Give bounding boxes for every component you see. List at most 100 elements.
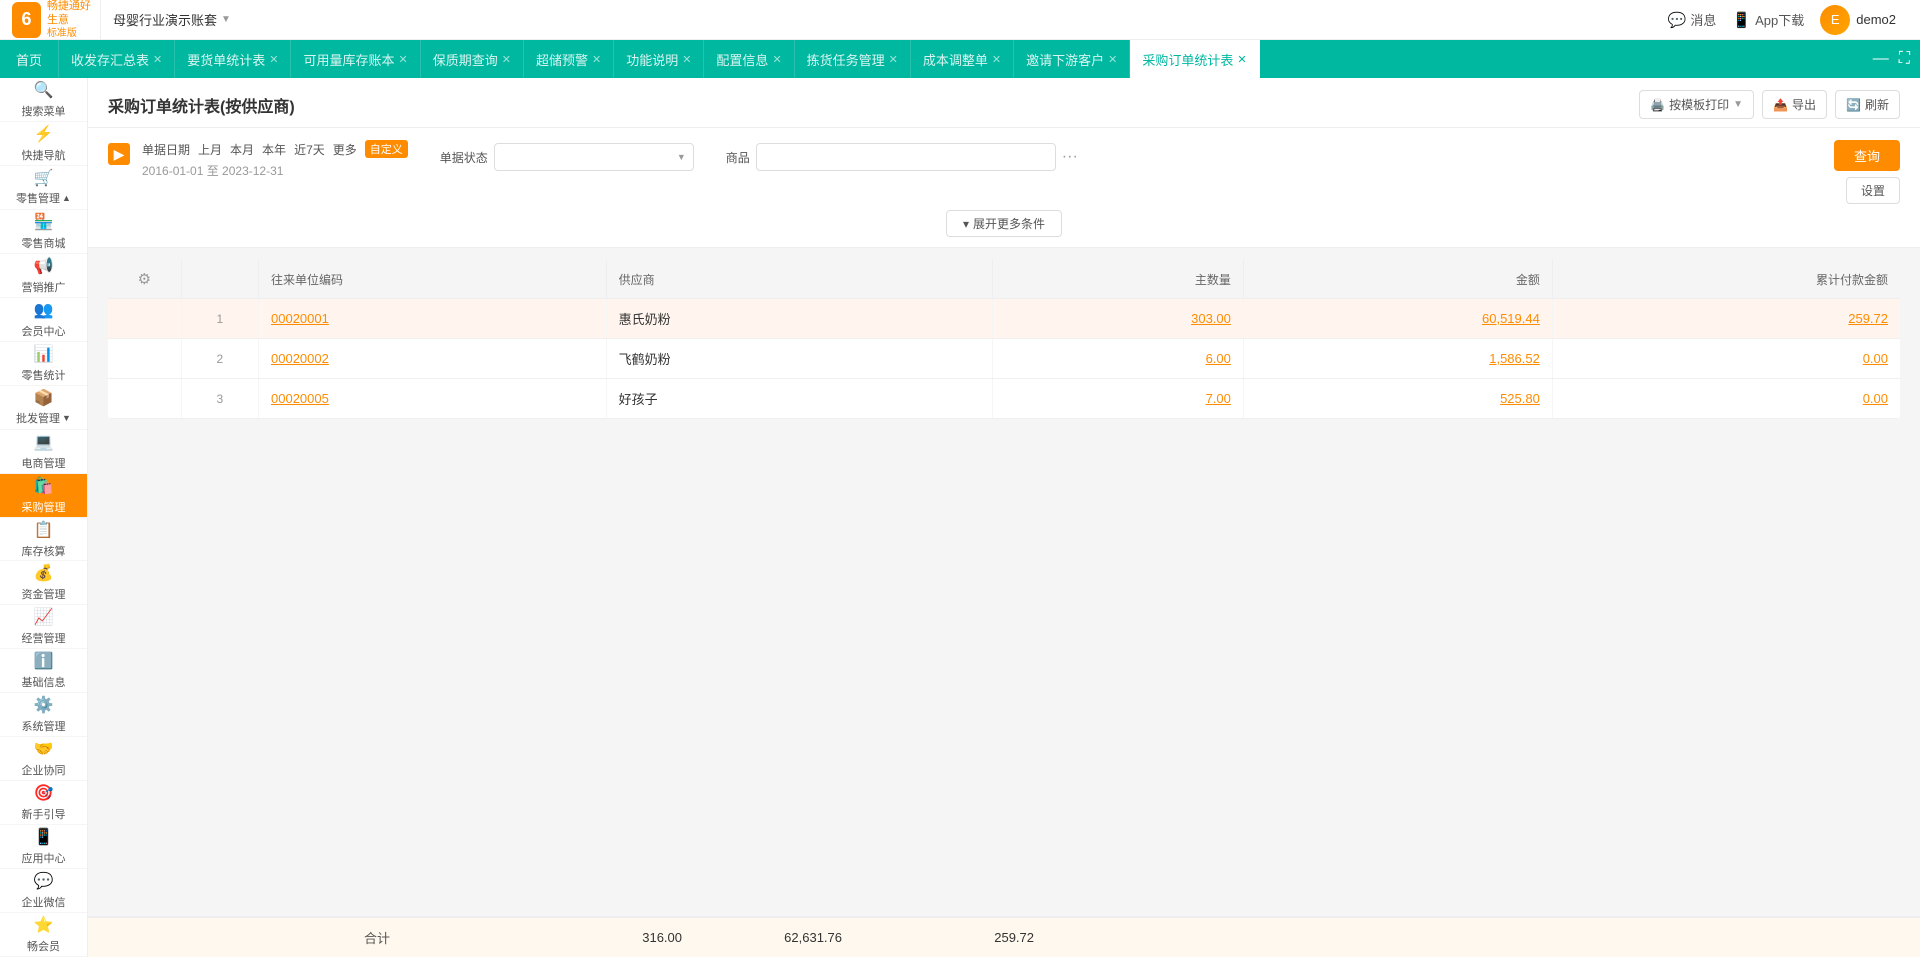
avatar: E — [1820, 5, 1850, 35]
tab-cost-adjust-close[interactable]: ✕ — [992, 53, 1001, 66]
sidebar-item-stock[interactable]: 📋 库存核算 — [0, 518, 87, 562]
tab-maximize-icon[interactable]: ⛶ — [1899, 50, 1910, 68]
row3-paid[interactable]: 0.00 — [1552, 379, 1900, 419]
tab-config-close[interactable]: ✕ — [772, 53, 781, 66]
sidebar-item-enterprise-wechat[interactable]: 💬 企业微信 — [0, 869, 87, 913]
tab-purchase-stat-close[interactable]: ✕ — [1237, 53, 1246, 66]
sidebar-item-member[interactable]: 👥 会员中心 — [0, 298, 87, 342]
logo-icon: 6 — [12, 2, 41, 38]
tab-stock-ledger-close[interactable]: ✕ — [399, 53, 408, 66]
table-footer: 合计 316.00 62,631.76 259.72 — [88, 916, 1920, 957]
print-label: 按模板打印 — [1669, 96, 1729, 113]
sidebar-item-quick-nav[interactable]: ⚡ 快捷导航 — [0, 122, 87, 166]
table-gear-icon[interactable]: ⚙ — [138, 271, 151, 288]
user-area[interactable]: E demo2 — [1820, 5, 1896, 35]
col-qty-header: 主数量 — [992, 260, 1243, 299]
member-icon: 👥 — [34, 300, 54, 320]
filter-toggle-btn[interactable]: ▶ — [108, 143, 130, 165]
tab-invite-label: 邀请下游客户 — [1026, 50, 1104, 69]
print-btn[interactable]: 🖨️ 按模板打印 ▼ — [1639, 90, 1754, 119]
tab-receive-send-close[interactable]: ✕ — [153, 53, 162, 66]
tab-invite[interactable]: 邀请下游客户 ✕ — [1014, 40, 1130, 78]
sidebar-item-basic-info[interactable]: ℹ️ 基础信息 — [0, 649, 87, 693]
biz-mgmt-label: 经营管理 — [22, 630, 66, 646]
date-btn-this-month[interactable]: 本月 — [230, 141, 254, 158]
row3-qty[interactable]: 7.00 — [992, 379, 1243, 419]
new-guide-icon: 🎯 — [34, 783, 54, 803]
sidebar-item-retail[interactable]: 🛒 零售管理 ▲ — [0, 166, 87, 210]
tab-stock-ledger[interactable]: 可用量库存账本 ✕ — [291, 40, 420, 78]
footer-qty: 316.00 — [564, 930, 694, 945]
sidebar-item-sys-mgmt[interactable]: ⚙️ 系统管理 — [0, 693, 87, 737]
sidebar-item-new-guide[interactable]: 🎯 新手引导 — [0, 781, 87, 825]
tab-home[interactable]: 首页 — [0, 40, 59, 78]
messages-btn[interactable]: 💬 消息 — [1668, 10, 1717, 29]
tab-purchase-stat[interactable]: 采购订单统计表 ✕ — [1130, 40, 1259, 78]
sidebar-item-free-member[interactable]: ⭐ 畅会员 — [0, 913, 87, 957]
member-label: 会员中心 — [22, 323, 66, 339]
sidebar-item-biz-mgmt[interactable]: 📈 经营管理 — [0, 605, 87, 649]
goods-input[interactable] — [756, 143, 1056, 171]
logo-area: 6 畅捷通好生意 标准版 — [12, 0, 100, 40]
app-download-btn[interactable]: 📱 App下载 — [1732, 10, 1804, 29]
sidebar-item-marketing[interactable]: 📢 营销推广 — [0, 254, 87, 298]
tab-func-desc[interactable]: 功能说明 ✕ — [614, 40, 704, 78]
tab-pick-task-close[interactable]: ✕ — [889, 53, 898, 66]
row3-amount[interactable]: 525.80 — [1243, 379, 1552, 419]
sidebar-item-search[interactable]: 🔍 搜索菜单 — [0, 78, 87, 122]
tab-goods-stat[interactable]: 要货单统计表 ✕ — [175, 40, 291, 78]
tab-overstock[interactable]: 超储预警 ✕ — [524, 40, 614, 78]
date-btn-7days[interactable]: 近7天 — [294, 141, 325, 158]
row1-code[interactable]: 00020001 — [259, 299, 607, 339]
date-btn-last-month[interactable]: 上月 — [198, 141, 222, 158]
row2-code[interactable]: 00020002 — [259, 339, 607, 379]
retail-stat-icon: 📊 — [34, 344, 54, 364]
tab-receive-send-label: 收发存汇总表 — [71, 50, 149, 69]
settings-btn[interactable]: 设置 — [1846, 177, 1900, 204]
row1-paid[interactable]: 259.72 — [1552, 299, 1900, 339]
row2-qty[interactable]: 6.00 — [992, 339, 1243, 379]
tab-expiry[interactable]: 保质期查询 ✕ — [421, 40, 524, 78]
export-btn[interactable]: 📤 导出 — [1762, 90, 1827, 119]
tab-config[interactable]: 配置信息 ✕ — [704, 40, 794, 78]
tab-cost-adjust[interactable]: 成本调整单 ✕ — [911, 40, 1014, 78]
ecommerce-label: 电商管理 — [22, 455, 66, 471]
date-btn-more[interactable]: 更多 — [333, 141, 357, 158]
tab-pick-task[interactable]: 拣货任务管理 ✕ — [795, 40, 911, 78]
custom-date-tag[interactable]: 自定义 — [365, 140, 408, 158]
refresh-btn[interactable]: 🔄 刷新 — [1835, 90, 1900, 119]
row2-paid[interactable]: 0.00 — [1552, 339, 1900, 379]
row3-code[interactable]: 00020005 — [259, 379, 607, 419]
tab-receive-send[interactable]: 收发存汇总表 ✕ — [59, 40, 175, 78]
wholesale-icon: 📦 — [34, 388, 54, 408]
date-btn-this-year[interactable]: 本年 — [262, 141, 286, 158]
sidebar-item-wholesale[interactable]: 📦 批发管理 ▼ — [0, 386, 87, 430]
status-select[interactable] — [494, 143, 694, 171]
tab-overstock-close[interactable]: ✕ — [592, 53, 601, 66]
sidebar-item-ecommerce[interactable]: 💻 电商管理 — [0, 430, 87, 474]
expand-filter-btn[interactable]: ▾ 展开更多条件 — [946, 210, 1062, 237]
tab-expiry-close[interactable]: ✕ — [502, 53, 511, 66]
sidebar-item-app-center[interactable]: 📱 应用中心 — [0, 825, 87, 869]
row2-amount[interactable]: 1,586.52 — [1243, 339, 1552, 379]
tab-pick-task-label: 拣货任务管理 — [807, 50, 885, 69]
tab-minimize-icon[interactable]: — — [1873, 50, 1889, 68]
free-member-label: 畅会员 — [27, 938, 60, 954]
tab-invite-close[interactable]: ✕ — [1108, 53, 1117, 66]
workspace-selector[interactable]: 母婴行业演示账套 ▼ — [100, 0, 243, 40]
sidebar-item-purchase[interactable]: 🛍️ 采购管理 — [0, 474, 87, 518]
free-member-icon: ⭐ — [34, 915, 54, 935]
sidebar-item-finance[interactable]: 💰 资金管理 — [0, 561, 87, 605]
row1-amount[interactable]: 60,519.44 — [1243, 299, 1552, 339]
retail-label: 零售管理 — [16, 190, 60, 206]
sidebar-item-enterprise[interactable]: 🤝 企业协同 — [0, 737, 87, 781]
tab-func-desc-close[interactable]: ✕ — [682, 53, 691, 66]
sidebar-item-retail-mall[interactable]: 🏪 零售商城 — [0, 210, 87, 254]
col-code-header: 往来单位编码 — [259, 260, 607, 299]
tab-goods-stat-close[interactable]: ✕ — [269, 53, 278, 66]
sidebar-item-retail-stat[interactable]: 📊 零售统计 — [0, 342, 87, 386]
row1-qty[interactable]: 303.00 — [992, 299, 1243, 339]
tab-goods-stat-label: 要货单统计表 — [187, 50, 265, 69]
goods-more-icon[interactable]: ··· — [1062, 148, 1078, 166]
query-btn[interactable]: 查询 — [1834, 140, 1900, 171]
